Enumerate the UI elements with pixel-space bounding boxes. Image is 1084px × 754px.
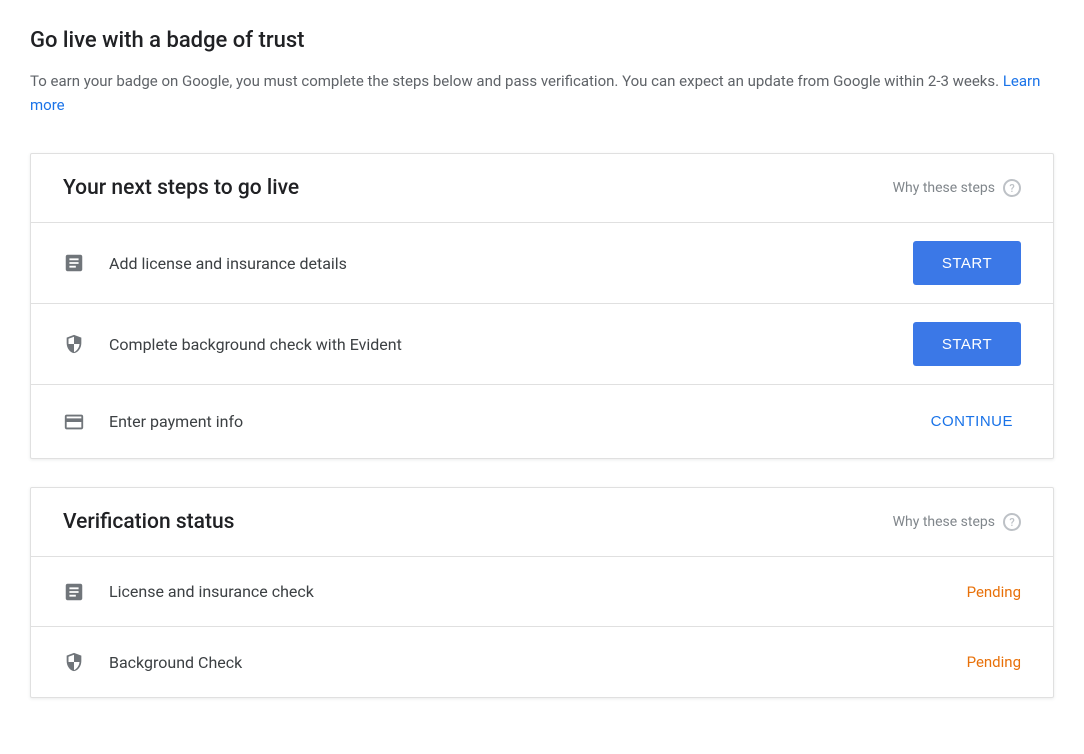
status-badge: Pending (967, 583, 1021, 601)
next-steps-title: Your next steps to go live (63, 176, 299, 200)
help-icon: ? (1003, 513, 1021, 531)
verification-label: License and insurance check (109, 582, 967, 601)
step-row-payment: Enter payment info CONTINUE (31, 385, 1053, 458)
verification-label: Background Check (109, 653, 967, 672)
step-label: Complete background check with Evident (109, 335, 913, 354)
start-button[interactable]: START (913, 322, 1021, 366)
start-button[interactable]: START (913, 241, 1021, 285)
continue-button[interactable]: CONTINUE (923, 403, 1021, 440)
page-title: Go live with a badge of trust (30, 28, 1054, 53)
document-icon (63, 581, 85, 603)
shield-icon (63, 651, 85, 673)
why-these-steps-link[interactable]: Why these steps ? (893, 513, 1021, 531)
document-icon (63, 252, 85, 274)
status-badge: Pending (967, 653, 1021, 671)
page-description: To earn your badge on Google, you must c… (30, 69, 1054, 117)
why-these-steps-label: Why these steps (893, 180, 995, 196)
help-icon: ? (1003, 179, 1021, 197)
step-row-license: Add license and insurance details START (31, 223, 1053, 304)
verification-card: Verification status Why these steps ? Li… (30, 487, 1054, 698)
step-row-background: Complete background check with Evident S… (31, 304, 1053, 385)
verification-title: Verification status (63, 510, 234, 534)
shield-icon (63, 333, 85, 355)
next-steps-card: Your next steps to go live Why these ste… (30, 153, 1054, 459)
page-description-text: To earn your badge on Google, you must c… (30, 72, 1003, 90)
next-steps-header: Your next steps to go live Why these ste… (31, 154, 1053, 223)
verification-header: Verification status Why these steps ? (31, 488, 1053, 557)
why-these-steps-label: Why these steps (893, 514, 995, 530)
step-label: Enter payment info (109, 412, 923, 431)
why-these-steps-link[interactable]: Why these steps ? (893, 179, 1021, 197)
verification-row-license: License and insurance check Pending (31, 557, 1053, 627)
card-icon (63, 411, 85, 433)
verification-row-background: Background Check Pending (31, 627, 1053, 697)
step-label: Add license and insurance details (109, 254, 913, 273)
